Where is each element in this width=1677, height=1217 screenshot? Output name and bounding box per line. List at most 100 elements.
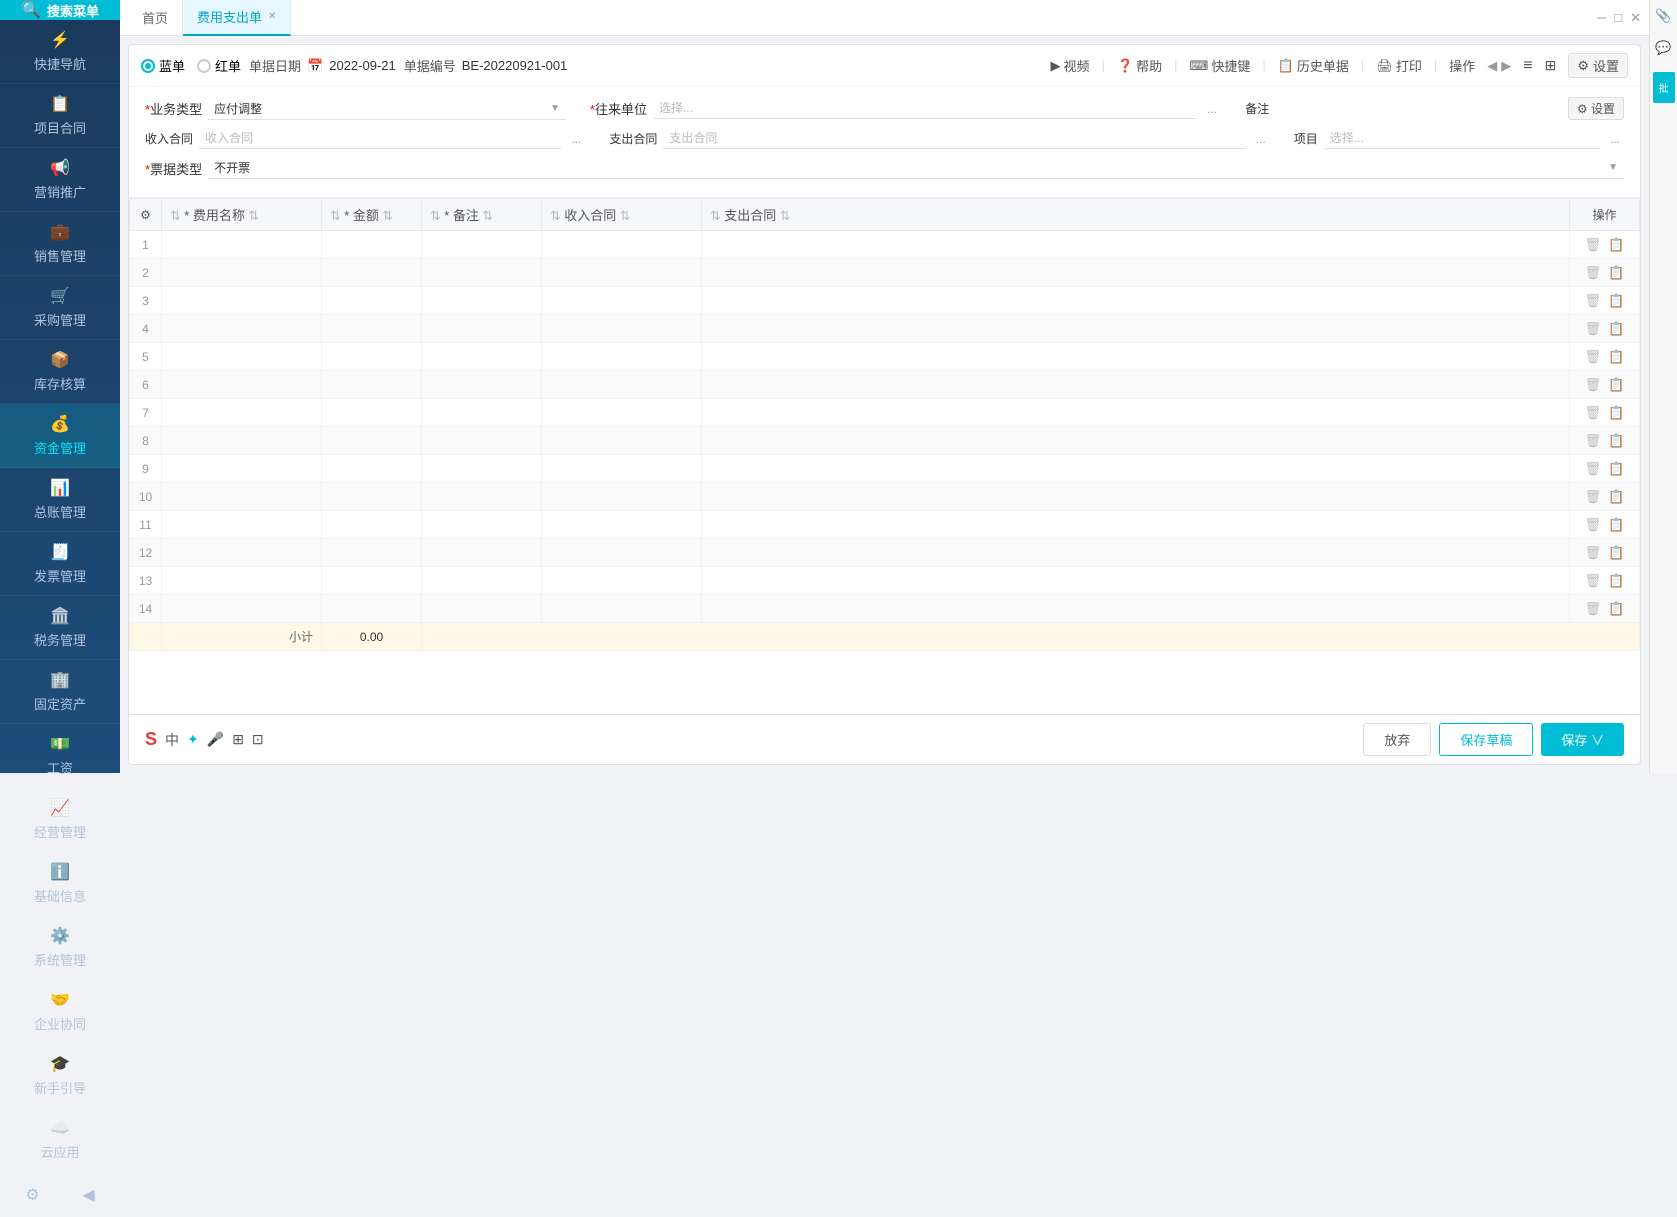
sidebar-item-sales[interactable]: 💼 销售管理 bbox=[0, 212, 120, 276]
expense-name-cell[interactable] bbox=[162, 231, 322, 259]
form-settings-btn[interactable]: ⚙ 设置 bbox=[1568, 97, 1624, 120]
delete-icon[interactable]: 🗑 bbox=[1582, 489, 1603, 504]
radio-red[interactable]: 红单 bbox=[197, 56, 241, 75]
sidebar-item-tax[interactable]: 🏛️ 税务管理 bbox=[0, 596, 120, 660]
sidebar-item-guide[interactable]: 🎓 新手引导 bbox=[0, 1044, 120, 1108]
partner-ellipsis-btn[interactable]: ... bbox=[1203, 102, 1221, 116]
expense-name-cell[interactable] bbox=[162, 595, 322, 623]
income-contract-cell[interactable] bbox=[542, 343, 702, 371]
delete-icon[interactable]: 🗑 bbox=[1582, 545, 1603, 560]
sidebar-item-system[interactable]: ⚙️ 系统管理 bbox=[0, 916, 120, 980]
invoice-type-select[interactable]: 不开票 ▼ bbox=[208, 157, 1624, 179]
note-cell[interactable] bbox=[422, 567, 542, 595]
expense-contract-cell[interactable] bbox=[702, 287, 1570, 315]
sidebar-item-cloud[interactable]: ☁️ 云应用 bbox=[0, 1108, 120, 1172]
income-contract-cell[interactable] bbox=[542, 567, 702, 595]
sidebar-item-marketing[interactable]: 📢 营销推广 bbox=[0, 148, 120, 212]
discard-button[interactable]: 放弃 bbox=[1363, 723, 1431, 756]
sidebar-item-salary[interactable]: 💵 工资 bbox=[0, 724, 120, 788]
amount-cell[interactable] bbox=[322, 315, 422, 343]
copy-icon[interactable]: 📋 bbox=[1606, 433, 1626, 448]
expense-name-cell[interactable] bbox=[162, 371, 322, 399]
radio-blue[interactable]: 蓝单 bbox=[141, 56, 185, 75]
expense-contract-ellipsis[interactable]: ... bbox=[1252, 132, 1270, 146]
note-cell[interactable] bbox=[422, 315, 542, 343]
amount-cell[interactable] bbox=[322, 287, 422, 315]
expense-contract-cell[interactable] bbox=[702, 259, 1570, 287]
income-contract-cell[interactable] bbox=[542, 595, 702, 623]
copy-icon[interactable]: 📋 bbox=[1606, 349, 1626, 364]
amount-cell[interactable] bbox=[322, 539, 422, 567]
amount-cell[interactable] bbox=[322, 259, 422, 287]
amount-cell[interactable] bbox=[322, 231, 422, 259]
expense-contract-cell[interactable] bbox=[702, 567, 1570, 595]
income-contract-input[interactable] bbox=[199, 128, 561, 149]
income-contract-ellipsis[interactable]: ... bbox=[567, 132, 585, 146]
note-cell[interactable] bbox=[422, 539, 542, 567]
th-income-contract[interactable]: ⇅ 收入合同 ⇅ bbox=[542, 199, 702, 231]
copy-icon[interactable]: 📋 bbox=[1606, 573, 1626, 588]
expense-contract-cell[interactable] bbox=[702, 427, 1570, 455]
copy-icon[interactable]: 📋 bbox=[1606, 517, 1626, 532]
amount-cell[interactable] bbox=[322, 427, 422, 455]
copy-icon[interactable]: 📋 bbox=[1606, 461, 1626, 476]
expense-name-cell[interactable] bbox=[162, 343, 322, 371]
view-list-btn[interactable]: ≡ bbox=[1523, 57, 1532, 75]
copy-icon[interactable]: 📋 bbox=[1606, 321, 1626, 336]
copy-icon[interactable]: 📋 bbox=[1606, 265, 1626, 280]
expense-contract-cell[interactable] bbox=[702, 511, 1570, 539]
amount-cell[interactable] bbox=[322, 595, 422, 623]
number-value[interactable]: BE-20220921-001 bbox=[462, 58, 568, 73]
delete-icon[interactable]: 🗑 bbox=[1582, 461, 1603, 476]
attachment-icon[interactable]: 📎 bbox=[1655, 8, 1671, 24]
expense-name-cell[interactable] bbox=[162, 315, 322, 343]
sidebar-item-shortcut[interactable]: ⚡ 快捷导航 bbox=[0, 20, 120, 84]
delete-icon[interactable]: 🗑 bbox=[1582, 573, 1603, 588]
delete-icon[interactable]: 🗑 bbox=[1582, 237, 1603, 252]
history-action[interactable]: 📋 历史单据 bbox=[1278, 56, 1349, 75]
expense-contract-input[interactable] bbox=[663, 128, 1245, 149]
nav-next-btn[interactable]: ▶ bbox=[1501, 58, 1511, 74]
note-cell[interactable] bbox=[422, 595, 542, 623]
th-expense-contract[interactable]: ⇅ 支出合同 ⇅ bbox=[702, 199, 1570, 231]
th-gear[interactable]: ⚙ bbox=[130, 199, 162, 231]
income-contract-cell[interactable] bbox=[542, 315, 702, 343]
green-tab-btn[interactable]: 批 bbox=[1653, 72, 1675, 103]
sidebar-item-inventory[interactable]: 📦 库存核算 bbox=[0, 340, 120, 404]
date-value[interactable]: 2022-09-21 bbox=[329, 58, 396, 73]
save-draft-button[interactable]: 保存草稿 bbox=[1439, 723, 1533, 756]
delete-icon[interactable]: 🗑 bbox=[1582, 321, 1603, 336]
sidebar-item-base-info[interactable]: ℹ️ 基础信息 bbox=[0, 852, 120, 916]
settings-button[interactable]: ⚙ bbox=[21, 1181, 43, 1209]
expense-name-cell[interactable] bbox=[162, 259, 322, 287]
view-grid-btn[interactable]: ⊞ bbox=[1545, 57, 1557, 74]
delete-icon[interactable]: 🗑 bbox=[1582, 293, 1603, 308]
income-contract-cell[interactable] bbox=[542, 455, 702, 483]
window-minimize[interactable]: ─ bbox=[1597, 10, 1606, 25]
expense-name-cell[interactable] bbox=[162, 539, 322, 567]
amount-cell[interactable] bbox=[322, 455, 422, 483]
help-action[interactable]: ❓ 帮助 bbox=[1117, 56, 1162, 75]
note-cell[interactable] bbox=[422, 259, 542, 287]
copy-icon[interactable]: 📋 bbox=[1606, 377, 1626, 392]
note-cell[interactable] bbox=[422, 399, 542, 427]
copy-icon[interactable]: 📋 bbox=[1606, 237, 1626, 252]
amount-cell[interactable] bbox=[322, 511, 422, 539]
note-cell[interactable] bbox=[422, 371, 542, 399]
copy-icon[interactable]: 📋 bbox=[1606, 405, 1626, 420]
nav-prev-btn[interactable]: ◀ bbox=[1487, 58, 1497, 74]
income-contract-cell[interactable] bbox=[542, 287, 702, 315]
th-note[interactable]: ⇅ * 备注 ⇅ bbox=[422, 199, 542, 231]
expense-name-cell[interactable] bbox=[162, 427, 322, 455]
sidebar-item-capital[interactable]: 💰 资金管理 bbox=[0, 404, 120, 468]
amount-cell[interactable] bbox=[322, 399, 422, 427]
expense-name-cell[interactable] bbox=[162, 399, 322, 427]
settings-btn[interactable]: ⚙ ⚙ 设置 设置 bbox=[1568, 53, 1628, 78]
expense-name-cell[interactable] bbox=[162, 455, 322, 483]
delete-icon[interactable]: 🗑 bbox=[1582, 433, 1603, 448]
note-cell[interactable] bbox=[422, 483, 542, 511]
expense-contract-cell[interactable] bbox=[702, 371, 1570, 399]
amount-cell[interactable] bbox=[322, 371, 422, 399]
amount-cell[interactable] bbox=[322, 567, 422, 595]
business-type-select[interactable]: 应付调整 ▼ bbox=[208, 98, 566, 120]
